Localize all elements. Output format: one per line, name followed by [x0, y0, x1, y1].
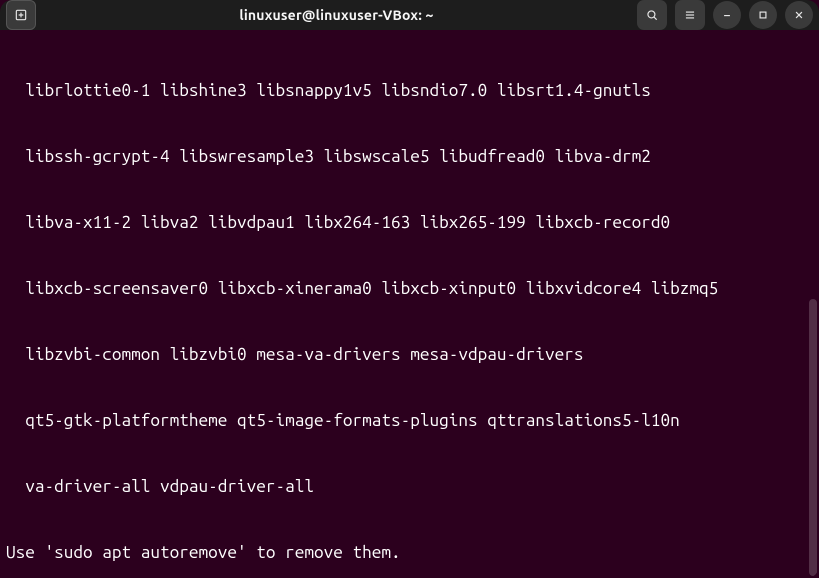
new-tab-button[interactable]: [6, 0, 36, 30]
maximize-button[interactable]: [749, 1, 777, 29]
output-line: libxcb-screensaver0 libxcb-xinerama0 lib…: [6, 278, 813, 300]
maximize-icon: [756, 8, 770, 22]
scroll-thumb[interactable]: [809, 299, 817, 576]
output-line: va-driver-all vdpau-driver-all: [6, 476, 813, 498]
scrollbar[interactable]: [809, 44, 817, 576]
output-line: libssh-gcrypt-4 libswresample3 libswscal…: [6, 146, 813, 168]
titlebar: linuxuser@linuxuser-VBox: ~: [0, 0, 819, 30]
new-tab-icon: [14, 8, 28, 22]
minimize-icon: [720, 8, 734, 22]
menu-button[interactable]: [675, 0, 705, 30]
window-title: linuxuser@linuxuser-VBox: ~: [42, 4, 631, 26]
search-icon: [645, 8, 659, 22]
output-line: qt5-gtk-platformtheme qt5-image-formats-…: [6, 410, 813, 432]
output-line: librlottie0-1 libshine3 libsnappy1v5 lib…: [6, 80, 813, 102]
minimize-button[interactable]: [713, 1, 741, 29]
terminal-window: linuxuser@linuxuser-VBox: ~: [0, 0, 819, 578]
search-button[interactable]: [637, 0, 667, 30]
output-line: libva-x11-2 libva2 libvdpau1 libx264-163…: [6, 212, 813, 234]
terminal-output[interactable]: librlottie0-1 libshine3 libsnappy1v5 lib…: [0, 30, 819, 578]
output-line: Use 'sudo apt autoremove' to remove them…: [6, 542, 813, 564]
output-line: libzvbi-common libzvbi0 mesa-va-drivers …: [6, 344, 813, 366]
close-icon: [792, 8, 806, 22]
close-button[interactable]: [785, 1, 813, 29]
hamburger-icon: [683, 8, 697, 22]
